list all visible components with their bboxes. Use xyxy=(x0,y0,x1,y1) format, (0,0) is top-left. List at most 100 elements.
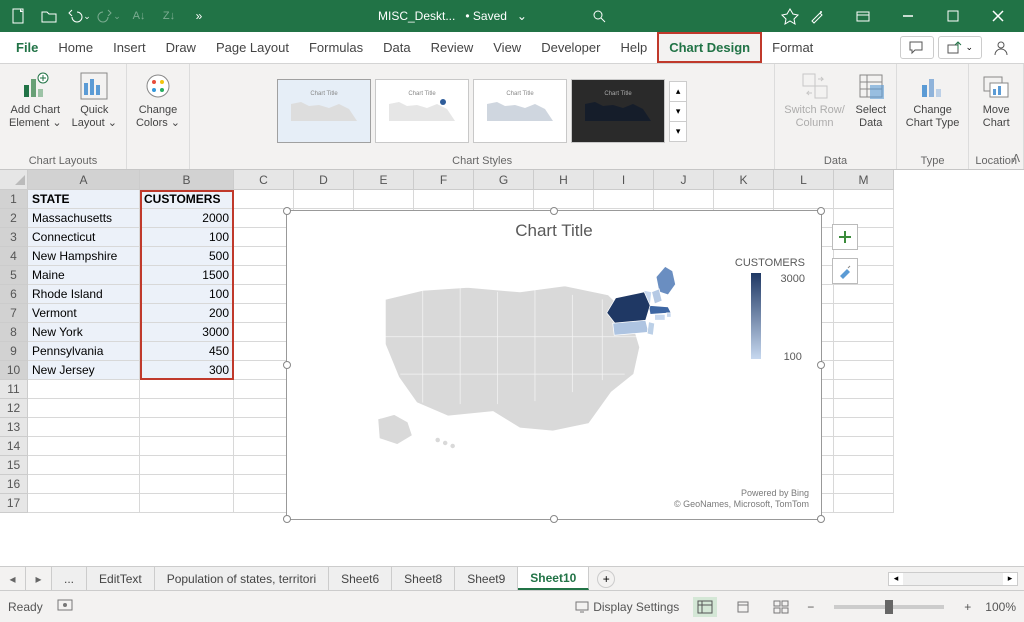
row-header[interactable]: 11 xyxy=(0,380,28,399)
row-header[interactable]: 7 xyxy=(0,304,28,323)
cell[interactable] xyxy=(834,418,894,437)
sheet-nav-prev[interactable]: ◂ xyxy=(0,567,26,590)
resize-handle[interactable] xyxy=(283,207,291,215)
sheet-tab-sheet8[interactable]: Sheet8 xyxy=(392,567,455,590)
premium-icon[interactable] xyxy=(777,3,803,29)
tab-draw[interactable]: Draw xyxy=(156,32,206,63)
cell[interactable]: 2000 xyxy=(140,209,234,228)
column-header[interactable]: D xyxy=(294,170,354,190)
column-header[interactable]: A xyxy=(28,170,140,190)
cell[interactable] xyxy=(234,494,294,513)
row-header[interactable]: 5 xyxy=(0,266,28,285)
sheet-tab-edittext[interactable]: EditText xyxy=(87,567,155,590)
cell[interactable] xyxy=(28,418,140,437)
cell[interactable] xyxy=(234,342,294,361)
chart-elements-button[interactable] xyxy=(832,224,858,250)
saved-status[interactable]: • Saved xyxy=(465,9,507,23)
cell[interactable] xyxy=(834,380,894,399)
sheet-tab-sheet9[interactable]: Sheet9 xyxy=(455,567,518,590)
cell[interactable]: 200 xyxy=(140,304,234,323)
chart-title[interactable]: Chart Title xyxy=(287,211,821,247)
sheet-tab-population[interactable]: Population of states, territori xyxy=(155,567,329,590)
qat-more-icon[interactable]: » xyxy=(186,3,212,29)
scroll-left-icon[interactable]: ◂ xyxy=(889,573,903,584)
normal-view-button[interactable] xyxy=(693,597,717,617)
cell[interactable] xyxy=(594,190,654,209)
cell[interactable]: Vermont xyxy=(28,304,140,323)
resize-handle[interactable] xyxy=(817,515,825,523)
cell[interactable]: 450 xyxy=(140,342,234,361)
page-break-view-button[interactable] xyxy=(769,597,793,617)
row-header[interactable]: 13 xyxy=(0,418,28,437)
cell[interactable]: Connecticut xyxy=(28,228,140,247)
resize-handle[interactable] xyxy=(283,361,291,369)
cell[interactable]: Massachusetts xyxy=(28,209,140,228)
collapse-ribbon-icon[interactable]: ᐱ xyxy=(1012,152,1020,165)
column-header[interactable]: L xyxy=(774,170,834,190)
title-dropdown-icon[interactable]: ⌄ xyxy=(517,9,527,23)
cell[interactable] xyxy=(774,190,834,209)
cell[interactable] xyxy=(234,475,294,494)
tab-page-layout[interactable]: Page Layout xyxy=(206,32,299,63)
row-header[interactable]: 4 xyxy=(0,247,28,266)
cell[interactable] xyxy=(834,437,894,456)
zoom-slider[interactable] xyxy=(834,605,944,609)
cell[interactable] xyxy=(834,494,894,513)
share-button[interactable]: ⌄ xyxy=(938,36,982,59)
resize-handle[interactable] xyxy=(550,207,558,215)
row-header[interactable]: 16 xyxy=(0,475,28,494)
cell[interactable] xyxy=(834,475,894,494)
scroll-right-icon[interactable]: ▸ xyxy=(1003,573,1017,584)
cell[interactable] xyxy=(140,456,234,475)
cell[interactable] xyxy=(140,475,234,494)
cell[interactable]: STATE xyxy=(28,190,140,209)
tab-review[interactable]: Review xyxy=(421,32,484,63)
cell[interactable] xyxy=(414,190,474,209)
cell[interactable] xyxy=(234,247,294,266)
chart-style-4[interactable]: Chart Title xyxy=(571,79,665,143)
resize-handle[interactable] xyxy=(817,207,825,215)
column-header[interactable]: K xyxy=(714,170,774,190)
row-header[interactable]: 8 xyxy=(0,323,28,342)
cell[interactable] xyxy=(834,304,894,323)
cell[interactable] xyxy=(834,342,894,361)
column-header[interactable]: J xyxy=(654,170,714,190)
zoom-out-button[interactable]: − xyxy=(807,600,814,614)
cell[interactable] xyxy=(234,323,294,342)
cell[interactable] xyxy=(140,399,234,418)
cell[interactable]: New Jersey xyxy=(28,361,140,380)
cell[interactable] xyxy=(294,190,354,209)
coming-soon-icon[interactable] xyxy=(804,3,830,29)
cell[interactable] xyxy=(28,437,140,456)
column-header[interactable]: G xyxy=(474,170,534,190)
account-icon[interactable] xyxy=(984,32,1018,63)
column-header[interactable]: H xyxy=(534,170,594,190)
cell[interactable] xyxy=(234,228,294,247)
sheet-tab-sheet10[interactable]: Sheet10 xyxy=(518,567,589,590)
close-button[interactable] xyxy=(976,0,1020,32)
cell[interactable] xyxy=(234,399,294,418)
tab-insert[interactable]: Insert xyxy=(103,32,156,63)
cell[interactable]: New Hampshire xyxy=(28,247,140,266)
ribbon-mode-icon[interactable] xyxy=(841,0,885,32)
select-data-button[interactable]: Select Data xyxy=(852,68,890,131)
select-all-corner[interactable] xyxy=(0,170,28,190)
cell[interactable] xyxy=(834,323,894,342)
tab-formulas[interactable]: Formulas xyxy=(299,32,373,63)
add-sheet-button[interactable]: + xyxy=(597,570,615,588)
cell[interactable] xyxy=(234,380,294,399)
chart-style-1[interactable]: Chart Title xyxy=(277,79,371,143)
tab-data[interactable]: Data xyxy=(373,32,420,63)
add-chart-element-button[interactable]: Add Chart Element ⌄ xyxy=(6,68,65,131)
column-header[interactable]: E xyxy=(354,170,414,190)
row-header[interactable]: 14 xyxy=(0,437,28,456)
cell[interactable] xyxy=(28,494,140,513)
change-chart-type-button[interactable]: Change Chart Type xyxy=(903,68,963,131)
cell[interactable] xyxy=(28,475,140,494)
zoom-level[interactable]: 100% xyxy=(985,600,1016,614)
new-file-icon[interactable] xyxy=(6,3,32,29)
chart-object[interactable]: Chart Title xyxy=(286,210,822,520)
sheet-tab-ellipsis[interactable]: ... xyxy=(52,567,87,590)
cell[interactable] xyxy=(234,304,294,323)
cell[interactable] xyxy=(834,361,894,380)
